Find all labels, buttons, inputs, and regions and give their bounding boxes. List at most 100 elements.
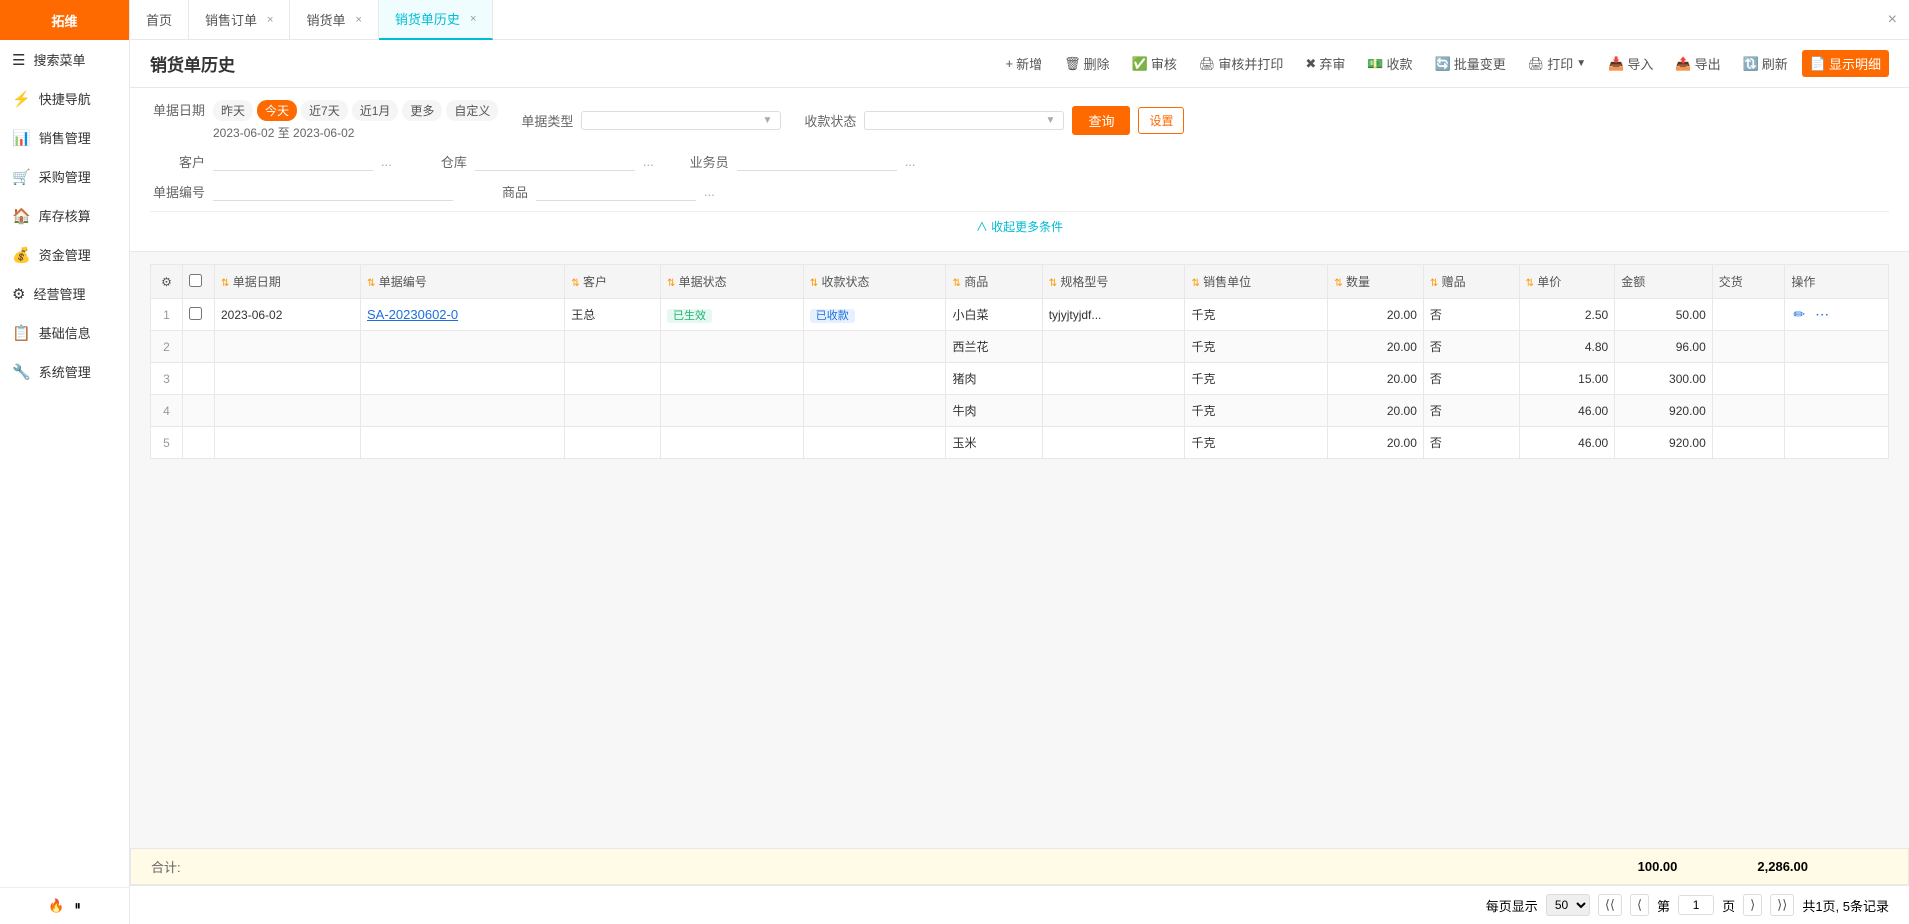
col-quantity[interactable]: ⇅ 数量 (1328, 265, 1424, 299)
chip-more[interactable]: 更多 (402, 100, 442, 121)
salesperson-dots[interactable]: ... (905, 154, 916, 169)
delete-button[interactable]: 🗑 删除 (1056, 50, 1118, 77)
customer-input[interactable] (213, 151, 373, 171)
doc-no-link[interactable]: SA-20230602-0 (367, 307, 458, 322)
col-goods[interactable]: ⇅ 商品 (946, 265, 1042, 299)
sidebar-item-purchase-mgmt[interactable]: 🛒 采购管理 (0, 157, 129, 196)
refresh-button[interactable]: 🔃 刷新 (1735, 50, 1796, 77)
goods-dots[interactable]: ... (704, 184, 715, 199)
tab-home[interactable]: 首页 (130, 0, 189, 40)
doc-no-input[interactable] (213, 181, 453, 201)
show-detail-button[interactable]: 📄 显示明细 (1802, 50, 1889, 77)
col-customer[interactable]: ⇅ 客户 (565, 265, 661, 299)
tab-sales-goods-close[interactable]: × (355, 14, 361, 26)
page-input[interactable] (1678, 895, 1714, 915)
chip-yesterday[interactable]: 昨天 (213, 100, 253, 121)
cell-unit-price: 2.50 (1519, 299, 1615, 331)
doc-type-select[interactable]: ▼ (581, 111, 781, 130)
col-doc-no[interactable]: ⇅ 单据编号 (361, 265, 565, 299)
chip-last1m[interactable]: 近1月 (352, 100, 399, 121)
warehouse-filter: 仓库 ... (412, 151, 654, 171)
chip-last7[interactable]: 近7天 (301, 100, 348, 121)
query-button[interactable]: 查询 (1072, 106, 1130, 135)
customer-dots[interactable]: ... (381, 154, 392, 169)
salesperson-input[interactable] (737, 151, 897, 171)
tab-sales-goods[interactable]: 销货单 × (290, 0, 378, 40)
cell-pay-status (803, 331, 946, 363)
col-unit[interactable]: ⇅ 销售单位 (1185, 265, 1328, 299)
collapse-button[interactable]: ∧ 收起更多条件 (150, 211, 1889, 239)
tab-close-all[interactable]: × (1876, 11, 1909, 29)
new-button[interactable]: + 新增 (998, 50, 1051, 77)
payment-status-select[interactable]: ▼ (864, 111, 1064, 130)
col-date[interactable]: ⇅ 单据日期 (215, 265, 361, 299)
cell-doc-status (660, 363, 803, 395)
sidebar-item-inventory-calc[interactable]: 🏠 库存核算 (0, 196, 129, 235)
chip-today[interactable]: 今天 (257, 100, 297, 121)
page-prev-button[interactable]: ⟨ (1630, 894, 1649, 916)
footer-total-amount: 2,286.00 (1757, 859, 1808, 874)
page-first-button[interactable]: ⟨⟨ (1598, 894, 1622, 916)
receive-button[interactable]: 💵 收款 (1359, 50, 1420, 77)
settings-button[interactable]: 设置 (1138, 107, 1184, 134)
col-doc-status[interactable]: ⇅ 单据状态 (660, 265, 803, 299)
edit-button[interactable]: ✏ (1791, 306, 1807, 323)
sidebar-item-label: 基础信息 (39, 323, 91, 342)
new-icon: + (1006, 56, 1014, 71)
page-last-button[interactable]: ⟩⟩ (1770, 894, 1794, 916)
sidebar-item-basic-info[interactable]: 📋 基础信息 (0, 313, 129, 352)
cell-doc-status (660, 331, 803, 363)
goods-input[interactable] (536, 181, 696, 201)
col-spec[interactable]: ⇅ 规格型号 (1042, 265, 1185, 299)
audit-button[interactable]: ✅ 审核 (1124, 50, 1185, 77)
warehouse-input[interactable] (475, 151, 635, 171)
page-next-button[interactable]: ⟩ (1743, 894, 1762, 916)
sidebar-item-sales-mgmt[interactable]: 📊 销售管理 (0, 118, 129, 157)
tab-sales-history[interactable]: 销货单历史 × (379, 0, 493, 40)
cell-goods: 猪肉 (946, 363, 1042, 395)
fire-icon[interactable]: 🔥 (48, 898, 64, 914)
sidebar-item-fund-mgmt[interactable]: 💰 资金管理 (0, 235, 129, 274)
search-menu-icon: ☰ (12, 51, 25, 69)
sort-docstatus-icon: ⇅ (667, 278, 675, 289)
tab-sales-order[interactable]: 销售订单 × (189, 0, 290, 40)
warehouse-dots[interactable]: ... (643, 154, 654, 169)
cell-quantity: 20.00 (1328, 363, 1424, 395)
col-settings[interactable]: ⚙ (151, 265, 183, 299)
cell-trade (1712, 395, 1785, 427)
more-button[interactable]: ⋯ (1813, 306, 1831, 323)
show-detail-icon: 📄 (1810, 56, 1826, 72)
sidebar-item-label: 采购管理 (39, 167, 91, 186)
content-area: 销货单历史 + 新增 🗑 删除 ✅ 审核 🖨 审核并打印 (130, 40, 1909, 924)
col-unit-price[interactable]: ⇅ 单价 (1519, 265, 1615, 299)
cell-spec (1042, 331, 1185, 363)
col-gift[interactable]: ⇅ 赠品 (1423, 265, 1519, 299)
delete-icon: 🗑 (1064, 56, 1081, 72)
toolbar: + 新增 🗑 删除 ✅ 审核 🖨 审核并打印 ✖ 弃审 (998, 50, 1889, 77)
cell-rownum: 3 (151, 363, 183, 395)
import-button[interactable]: 📥 导入 (1600, 50, 1661, 77)
cell-gift: 否 (1423, 427, 1519, 459)
sidebar-item-sys-mgmt[interactable]: 🔧 系统管理 (0, 352, 129, 391)
sidebar-item-ops-mgmt[interactable]: ⚙ 经营管理 (0, 274, 129, 313)
batch-change-button[interactable]: 🔄 批量变更 (1427, 50, 1514, 77)
export-button[interactable]: 📤 导出 (1667, 50, 1728, 77)
sort-unitprice-icon: ⇅ (1526, 278, 1534, 289)
abandon-button[interactable]: ✖ 弃审 (1297, 50, 1353, 77)
per-page-select[interactable]: 50 (1546, 894, 1590, 916)
cell-actions (1785, 363, 1889, 395)
select-all-checkbox[interactable] (189, 274, 202, 287)
cell-unit: 千克 (1185, 427, 1328, 459)
row-checkbox[interactable] (189, 307, 202, 320)
print-button[interactable]: 🖨 打印 ▼ (1520, 50, 1594, 77)
tab-sales-history-close[interactable]: × (470, 13, 476, 25)
pause-icon[interactable]: ⏸ (74, 898, 81, 914)
chip-custom[interactable]: 自定义 (446, 100, 498, 121)
table-row: 5玉米千克20.00否46.00920.00 (151, 427, 1889, 459)
col-pay-status[interactable]: ⇅ 收款状态 (803, 265, 946, 299)
sidebar-item-quick-nav[interactable]: ⚡ 快捷导航 (0, 79, 129, 118)
sidebar-item-search-menu[interactable]: ☰ 搜索菜单 (0, 40, 129, 79)
print-icon: 🖨 (1528, 56, 1545, 72)
audit-print-button[interactable]: 🖨 审核并打印 (1191, 50, 1292, 77)
tab-sales-order-close[interactable]: × (267, 14, 273, 26)
